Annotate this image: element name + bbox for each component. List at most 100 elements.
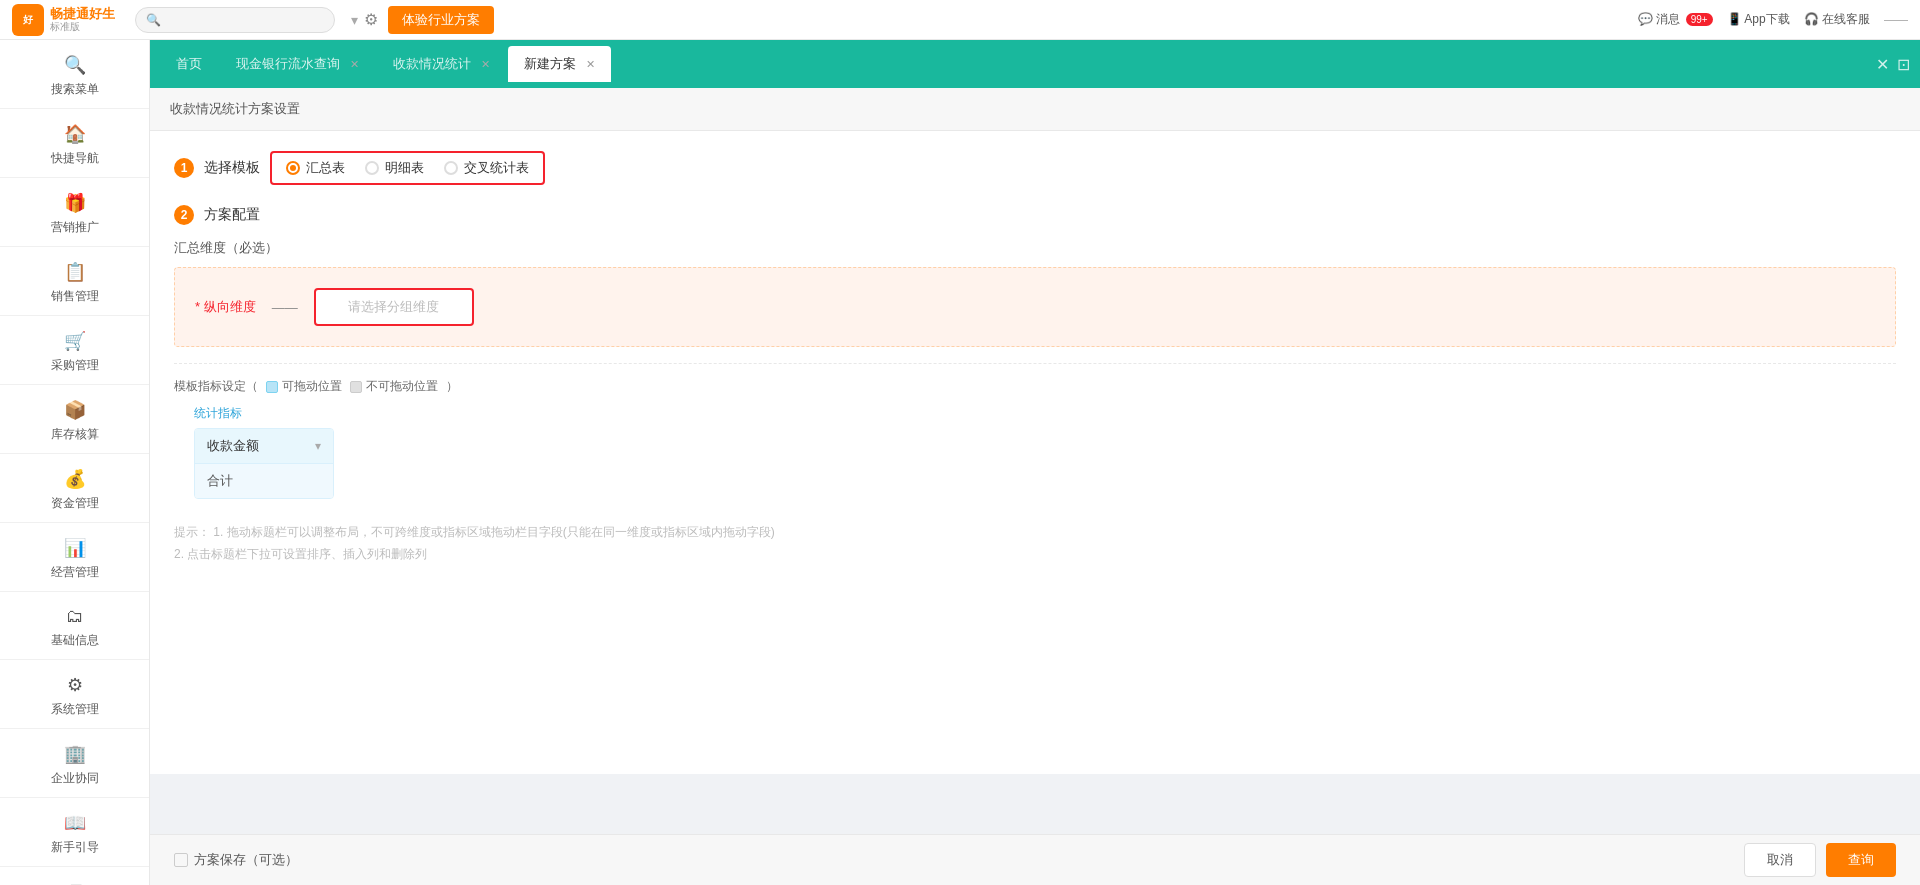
sidebar-item-label: 资金管理 bbox=[51, 495, 99, 512]
tab-cashflow-label: 现金银行流水查询 bbox=[236, 55, 340, 73]
dimension-select-box[interactable]: 请选择分组维度 bbox=[314, 288, 474, 326]
panel-header: 收款情况统计方案设置 bbox=[150, 88, 1920, 131]
tab-home-label: 首页 bbox=[176, 55, 202, 73]
system-icon: ⚙ bbox=[67, 674, 83, 696]
marketing-icon: 🎁 bbox=[64, 192, 86, 214]
logo-icon: 好 bbox=[12, 4, 44, 36]
sidebar-item-label: 采购管理 bbox=[51, 357, 99, 374]
sidebar-item-system[interactable]: ⚙ 系统管理 bbox=[0, 660, 149, 729]
dropdown-arrow-icon[interactable]: ▾ bbox=[351, 12, 358, 28]
tab-home[interactable]: 首页 bbox=[160, 46, 218, 82]
tab-payment-stats-close[interactable]: ✕ bbox=[481, 58, 490, 71]
message-badge: 99+ bbox=[1686, 13, 1713, 26]
tab-new-plan-close[interactable]: ✕ bbox=[586, 58, 595, 71]
tab-right-actions: ✕ ⊡ bbox=[1876, 55, 1910, 74]
step1-title: 选择模板 bbox=[204, 159, 260, 177]
download-label: App下载 bbox=[1744, 12, 1789, 26]
stats-table-wrapper: 统计指标 收款金额 ▾ 合计 bbox=[194, 405, 1896, 502]
dimension-config-area: * 纵向维度 —— 请选择分组维度 bbox=[174, 267, 1896, 347]
arrow-icon: —— bbox=[272, 300, 298, 315]
sidebar-item-search[interactable]: 🔍 搜索菜单 bbox=[0, 40, 149, 109]
bottom-footer: 方案保存（可选） 取消 查询 bbox=[150, 834, 1920, 885]
top-icon-group: 💬 消息 99+ 📱 App下载 🎧 在线客服 —— bbox=[1638, 11, 1908, 28]
download-icon[interactable]: 📱 App下载 bbox=[1727, 11, 1790, 28]
close-window-btn[interactable]: ✕ bbox=[1876, 55, 1889, 74]
page-content: 收款情况统计方案设置 1 选择模板 汇总表 bbox=[150, 88, 1920, 834]
step2-num: 2 bbox=[174, 205, 194, 225]
sidebar-item-label: 库存核算 bbox=[51, 426, 99, 443]
sidebar-item-inventory[interactable]: 📦 库存核算 bbox=[0, 385, 149, 454]
metrics-col-header: 收款金额 bbox=[207, 437, 259, 455]
sidebar-item-guide[interactable]: 📖 新手引导 bbox=[0, 798, 149, 867]
radio-detail[interactable]: 明细表 bbox=[365, 159, 424, 177]
tab-bar: 首页 现金银行流水查询 ✕ 收款情况统计 ✕ 新建方案 ✕ ✕ ⊡ bbox=[150, 40, 1920, 88]
service-icon[interactable]: 🎧 在线客服 bbox=[1804, 11, 1870, 28]
radio-circle-detail bbox=[365, 161, 379, 175]
dimension-select-placeholder: 请选择分组维度 bbox=[348, 299, 439, 314]
sidebar-item-purchase[interactable]: 🛒 采购管理 bbox=[0, 316, 149, 385]
logo-badge: 标准版 bbox=[50, 21, 115, 33]
sidebar: 🔍 搜索菜单 🏠 快捷导航 🎁 营销推广 📋 销售管理 🛒 采购管理 📦 库存核… bbox=[0, 40, 150, 885]
tab-payment-stats-label: 收款情况统计 bbox=[393, 55, 471, 73]
main-layout: 🔍 搜索菜单 🏠 快捷导航 🎁 营销推广 📋 销售管理 🛒 采购管理 📦 库存核… bbox=[0, 40, 1920, 885]
tab-cashflow-close[interactable]: ✕ bbox=[350, 58, 359, 71]
inventory-icon: 📦 bbox=[64, 399, 86, 421]
sidebar-item-hardware[interactable]: 🖥 智能硬件 bbox=[0, 867, 149, 885]
content-area: 首页 现金银行流水查询 ✕ 收款情况统计 ✕ 新建方案 ✕ ✕ ⊡ bbox=[150, 40, 1920, 885]
metrics-table-row: 合计 bbox=[195, 464, 333, 498]
metrics-table: 收款金额 ▾ 合计 bbox=[194, 428, 334, 499]
page-title: 收款情况统计方案设置 bbox=[170, 101, 300, 116]
fixed-dot bbox=[350, 381, 362, 393]
sidebar-item-label: 销售管理 bbox=[51, 288, 99, 305]
stats-label: 统计指标 bbox=[194, 405, 1896, 422]
cancel-button[interactable]: 取消 bbox=[1744, 843, 1816, 877]
enterprise-icon: 🏢 bbox=[64, 743, 86, 765]
sidebar-item-marketing[interactable]: 🎁 营销推广 bbox=[0, 178, 149, 247]
sidebar-item-label: 系统管理 bbox=[51, 701, 99, 718]
legend-movable-label: 可拖动位置 bbox=[282, 378, 342, 395]
sidebar-item-enterprise[interactable]: 🏢 企业协同 bbox=[0, 729, 149, 798]
search-menu-icon: 🔍 bbox=[64, 54, 86, 76]
legend-fixed-label: 不可拖动位置 bbox=[366, 378, 438, 395]
logo-area: 好 畅捷通好生 标准版 bbox=[12, 4, 115, 36]
top-search-bar: 🔍 bbox=[135, 7, 335, 33]
base-info-icon: 🗂 bbox=[66, 606, 84, 627]
page-panel: 收款情况统计方案设置 1 选择模板 汇总表 bbox=[150, 88, 1920, 774]
user-avatar: —— bbox=[1884, 13, 1908, 27]
step1-section: 1 选择模板 汇总表 明细表 bbox=[174, 151, 1896, 185]
trial-button[interactable]: 体验行业方案 bbox=[388, 6, 494, 34]
tab-new-plan[interactable]: 新建方案 ✕ bbox=[508, 46, 611, 82]
radio-summary[interactable]: 汇总表 bbox=[286, 159, 345, 177]
save-label: 方案保存（可选） bbox=[194, 851, 298, 869]
metrics-table-header[interactable]: 收款金额 ▾ bbox=[195, 429, 333, 464]
step2-title: 方案配置 bbox=[204, 206, 260, 224]
management-icon: 📊 bbox=[64, 537, 86, 559]
sidebar-item-finance[interactable]: 💰 资金管理 bbox=[0, 454, 149, 523]
vertical-dimension-label: * 纵向维度 bbox=[195, 298, 256, 316]
gear-icon[interactable]: ⚙ bbox=[364, 10, 378, 29]
save-checkbox-box[interactable] bbox=[174, 853, 188, 867]
metrics-col-dropdown[interactable]: ▾ bbox=[315, 439, 321, 453]
tab-cashflow[interactable]: 现金银行流水查询 ✕ bbox=[220, 46, 375, 82]
sidebar-item-home[interactable]: 🏠 快捷导航 bbox=[0, 109, 149, 178]
dimension-row: * 纵向维度 —— 请选择分组维度 bbox=[195, 288, 1875, 326]
save-checkbox[interactable]: 方案保存（可选） bbox=[174, 851, 298, 869]
sidebar-item-base-info[interactable]: 🗂 基础信息 bbox=[0, 592, 149, 660]
home-icon: 🏠 bbox=[64, 123, 86, 145]
metrics-close-text: ） bbox=[446, 378, 458, 395]
radio-crosstab[interactable]: 交叉统计表 bbox=[444, 159, 529, 177]
hint-line-2: 2. 点击标题栏下拉可设置排序、插入列和删除列 bbox=[174, 544, 1896, 566]
sidebar-item-sales[interactable]: 📋 销售管理 bbox=[0, 247, 149, 316]
message-icon[interactable]: 💬 消息 99+ bbox=[1638, 11, 1713, 28]
sidebar-item-management[interactable]: 📊 经营管理 bbox=[0, 523, 149, 592]
expand-window-btn[interactable]: ⊡ bbox=[1897, 55, 1910, 74]
movable-dot bbox=[266, 381, 278, 393]
sidebar-item-label: 新手引导 bbox=[51, 839, 99, 856]
sidebar-item-label: 营销推广 bbox=[51, 219, 99, 236]
sales-icon: 📋 bbox=[64, 261, 86, 283]
action-buttons: 取消 查询 bbox=[1744, 843, 1896, 877]
step2-header: 2 方案配置 bbox=[174, 205, 1896, 225]
query-button[interactable]: 查询 bbox=[1826, 843, 1896, 877]
tab-payment-stats[interactable]: 收款情况统计 ✕ bbox=[377, 46, 506, 82]
metrics-col-row: 合计 bbox=[207, 473, 233, 488]
